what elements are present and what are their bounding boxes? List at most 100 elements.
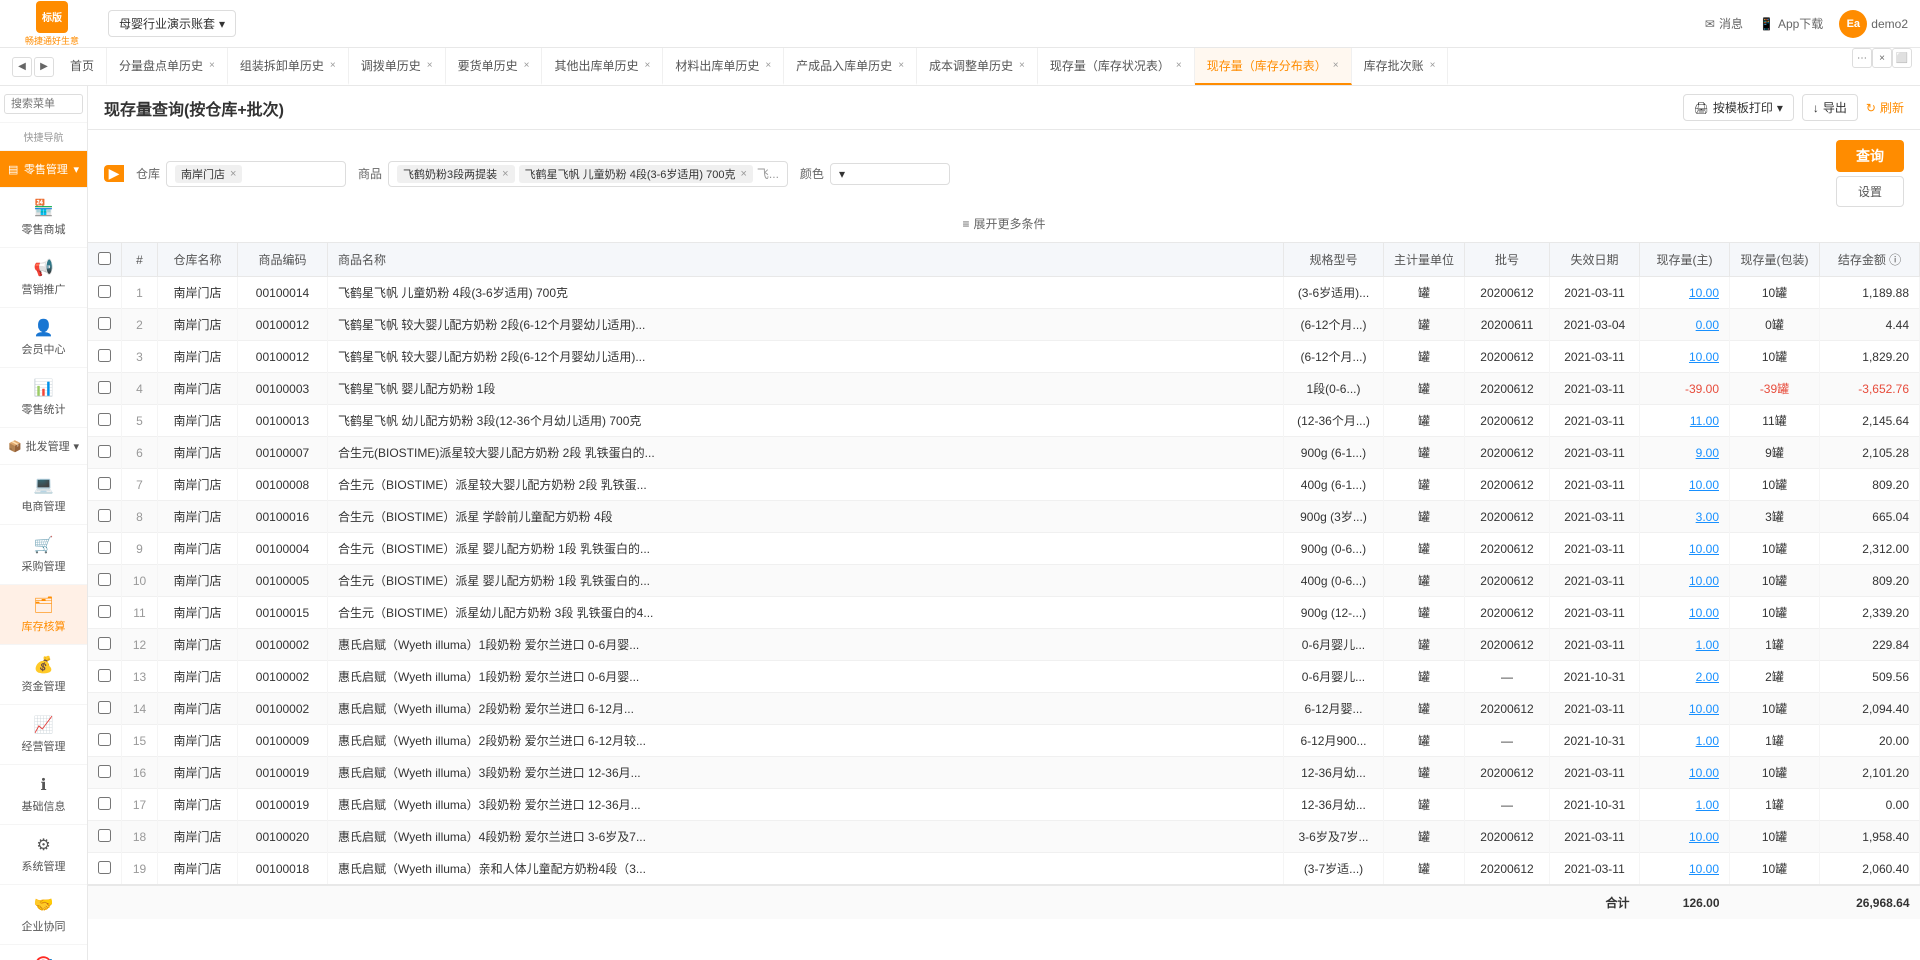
row-stock-main-17[interactable]: 1.00 [1640,789,1730,821]
row-stock-main-14[interactable]: 10.00 [1640,693,1730,725]
tab-home[interactable]: 首页 [58,48,107,85]
sidebar-item-inventory[interactable]: 🗂 库存核算 [0,585,87,645]
sidebar-item-retail-mgmt[interactable]: ▤ 零售管理 ▾ [0,151,87,188]
row-checkbox-15[interactable] [88,725,122,757]
sidebar-item-retail-mall[interactable]: 🏪 零售商城 [0,188,87,248]
warehouse-tag-container[interactable]: 南岸门店 × [166,161,346,187]
row-checkbox-6[interactable] [88,437,122,469]
filter-collapse-btn[interactable]: ▶ [104,165,124,182]
row-stock-main-1[interactable]: 10.00 [1640,277,1730,309]
goods-tag-2-remove[interactable]: × [740,168,746,180]
sidebar-item-batch-mgmt[interactable]: 📦 批发管理 ▾ [0,428,87,465]
refresh-btn[interactable]: ↻ 刷新 [1866,99,1904,116]
row-checkbox-7[interactable] [88,469,122,501]
row-stock-main-3[interactable]: 10.00 [1640,341,1730,373]
sidebar-item-basic[interactable]: ℹ 基础信息 [0,765,87,825]
tab-other-out[interactable]: 其他出库单历史 × [542,48,663,85]
row-stock-main-7[interactable]: 10.00 [1640,469,1730,501]
row-checkbox-1[interactable] [88,277,122,309]
goods-tag-container[interactable]: 飞鹤奶粉3段两提装 × 飞鹤星飞帆 儿童奶粉 4段(3-6岁适用) 700克 ×… [388,161,788,187]
tab-request-close[interactable]: × [524,60,530,71]
row-checkbox-13[interactable] [88,661,122,693]
tab-stock-dist-close[interactable]: × [1333,60,1339,71]
tab-product-in-close[interactable]: × [898,60,904,71]
row-stock-main-6[interactable]: 9.00 [1640,437,1730,469]
warehouse-tag-remove[interactable]: × [230,168,236,180]
row-checkbox-12[interactable] [88,629,122,661]
row-stock-main-5[interactable]: 11.00 [1640,405,1730,437]
color-tag-container[interactable]: ▾ [830,163,950,185]
row-checkbox-3[interactable] [88,341,122,373]
row-checkbox-11[interactable] [88,597,122,629]
tab-other-out-close[interactable]: × [644,60,650,71]
tab-stock-status-close[interactable]: × [1176,60,1182,71]
sidebar-item-enterprise[interactable]: 🤝 企业协同 [0,885,87,945]
tab-close-current[interactable]: × [1872,48,1892,68]
row-checkbox-16[interactable] [88,757,122,789]
tab-more-btn[interactable]: ⋯ [1852,48,1872,68]
goods-tag-1-remove[interactable]: × [502,168,508,180]
tab-batch-ledger[interactable]: 库存批次账 × [1352,48,1449,85]
sidebar-item-system[interactable]: ⚙ 系统管理 [0,825,87,885]
tab-nav-right[interactable]: ▶ [34,57,54,77]
tab-batch-ledger-close[interactable]: × [1430,60,1436,71]
row-stock-main-8[interactable]: 3.00 [1640,501,1730,533]
sidebar-item-marketing[interactable]: 📢 营销推广 [0,248,87,308]
row-stock-main-16[interactable]: 10.00 [1640,757,1730,789]
setting-btn[interactable]: 设置 [1836,176,1904,207]
tab-borrow-close[interactable]: × [427,60,433,71]
sidebar-item-ecommerce[interactable]: 💻 电商管理 [0,465,87,525]
tab-stock-dist[interactable]: 现存量（库存分布表） × [1195,48,1352,85]
tab-disassemble[interactable]: 组装拆卸单历史 × [228,48,349,85]
message-btn[interactable]: ✉ 消息 [1705,15,1743,32]
row-stock-main-11[interactable]: 10.00 [1640,597,1730,629]
row-stock-main-19[interactable]: 10.00 [1640,853,1730,886]
row-stock-main-10[interactable]: 10.00 [1640,565,1730,597]
row-checkbox-19[interactable] [88,853,122,886]
row-checkbox-14[interactable] [88,693,122,725]
tab-cost-adj[interactable]: 成本调整单历史 × [917,48,1038,85]
row-stock-main-18[interactable]: 10.00 [1640,821,1730,853]
row-stock-main-15[interactable]: 1.00 [1640,725,1730,757]
search-input[interactable] [4,94,83,114]
tab-cost-adj-close[interactable]: × [1019,60,1025,71]
print-btn[interactable]: 🖨 按模板打印 ▾ [1683,94,1794,121]
row-checkbox-4[interactable] [88,373,122,405]
tab-split[interactable]: 分量盘点单历史 × [107,48,228,85]
row-checkbox-2[interactable] [88,309,122,341]
expand-more-btn[interactable]: ≡ 展开更多条件 [962,215,1045,232]
app-download-btn[interactable]: 📱 App下载 [1759,15,1823,32]
tab-material-out-close[interactable]: × [765,60,771,71]
tab-stock-status[interactable]: 现存量（库存状况表） × [1038,48,1195,85]
tab-expand[interactable]: ⬜ [1892,48,1912,68]
tab-borrow[interactable]: 调拨单历史 × [349,48,446,85]
tab-disassemble-close[interactable]: × [330,60,336,71]
sidebar-item-operation[interactable]: 📈 经营管理 [0,705,87,765]
row-stock-main-2[interactable]: 0.00 [1640,309,1730,341]
row-checkbox-8[interactable] [88,501,122,533]
row-stock-main-13[interactable]: 2.00 [1640,661,1730,693]
user-area[interactable]: Ea demo2 [1839,10,1908,38]
row-checkbox-9[interactable] [88,533,122,565]
row-checkbox-17[interactable] [88,789,122,821]
row-checkbox-5[interactable] [88,405,122,437]
select-all-checkbox[interactable] [98,252,111,265]
sidebar-item-newbie[interactable]: 🎯 新手引导 [0,945,87,960]
row-stock-main-12[interactable]: 1.00 [1640,629,1730,661]
sidebar-item-retail-stats[interactable]: 📊 零售统计 [0,368,87,428]
export-btn[interactable]: ↓ 导出 [1802,94,1858,121]
sidebar-item-purchase[interactable]: 🛒 采购管理 [0,525,87,585]
account-selector[interactable]: 母婴行业演示账套 ▾ [108,10,236,37]
row-stock-main-9[interactable]: 10.00 [1640,533,1730,565]
sidebar-item-finance[interactable]: 💰 资金管理 [0,645,87,705]
tab-product-in[interactable]: 产成品入库单历史 × [784,48,917,85]
tab-request[interactable]: 要货单历史 × [446,48,543,85]
goods-more-ellipsis[interactable]: 飞... [757,165,779,182]
query-btn[interactable]: 查询 [1836,140,1904,172]
sidebar-item-member[interactable]: 👤 会员中心 [0,308,87,368]
row-checkbox-10[interactable] [88,565,122,597]
tab-material-out[interactable]: 材料出库单历史 × [663,48,784,85]
row-checkbox-18[interactable] [88,821,122,853]
tab-nav-left[interactable]: ◀ [12,57,32,77]
tab-split-close[interactable]: × [209,60,215,71]
